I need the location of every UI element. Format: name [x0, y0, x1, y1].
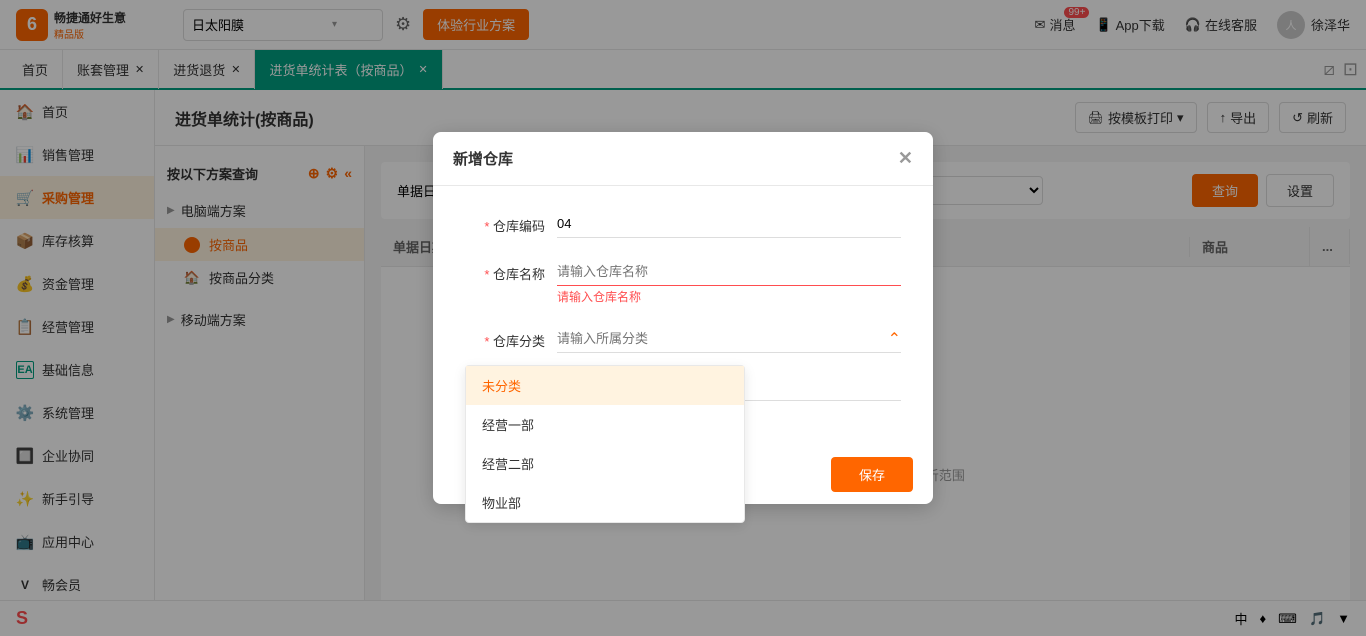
modal-header: 新增仓库 ✕ — [433, 132, 933, 186]
dropdown-item-1[interactable]: 经营一部 — [466, 405, 744, 444]
modal-overlay: 新增仓库 ✕ * 仓库编码 * 仓库名称 — [0, 0, 1366, 636]
form-row-name: * 仓库名称 请输入仓库名称 — [465, 258, 901, 305]
category-input-wrap: ⌃ 未分类 经营一部 经营二部 物业部 — [557, 325, 901, 353]
dropdown-item-0[interactable]: 未分类 — [466, 366, 744, 405]
name-input-wrap: 请输入仓库名称 — [557, 258, 901, 305]
category-label: * 仓库分类 — [465, 325, 545, 350]
form-row-code: * 仓库编码 — [465, 210, 901, 238]
new-warehouse-modal: 新增仓库 ✕ * 仓库编码 * 仓库名称 — [433, 132, 933, 504]
form-row-category: * 仓库分类 ⌃ 未分类 经营一部 经营二部 物业部 — [465, 325, 901, 353]
save-button[interactable]: 保存 — [831, 457, 913, 492]
code-input-wrap — [557, 210, 901, 238]
code-input[interactable] — [557, 210, 901, 238]
required-mark-3: * — [484, 334, 493, 349]
modal-title: 新增仓库 — [453, 148, 513, 169]
name-input[interactable] — [557, 258, 901, 286]
category-dropdown-list: 未分类 经营一部 经营二部 物业部 — [465, 365, 745, 523]
modal-body: * 仓库编码 * 仓库名称 请输入仓库名称 — [433, 186, 933, 445]
category-input[interactable] — [557, 325, 888, 352]
dropdown-item-2[interactable]: 经营二部 — [466, 444, 744, 483]
modal-close-button[interactable]: ✕ — [898, 148, 913, 169]
name-error-msg: 请输入仓库名称 — [557, 288, 901, 305]
category-input-container: ⌃ — [557, 325, 901, 353]
name-label: * 仓库名称 — [465, 258, 545, 283]
required-mark: * — [484, 219, 493, 234]
category-dropdown-icon[interactable]: ⌃ — [888, 329, 901, 349]
dropdown-item-3[interactable]: 物业部 — [466, 483, 744, 522]
code-label: * 仓库编码 — [465, 210, 545, 235]
required-mark-2: * — [484, 267, 493, 282]
